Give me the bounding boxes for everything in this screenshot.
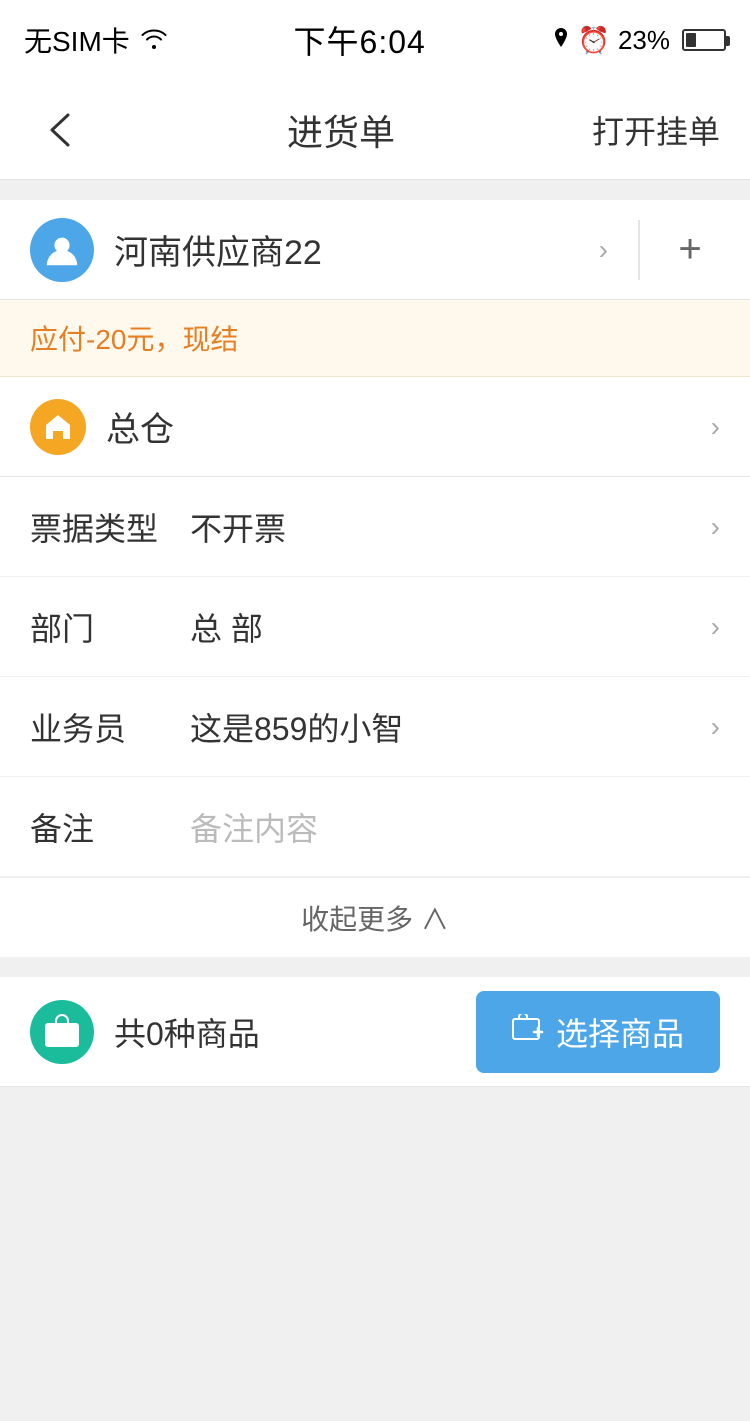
supplier-arrow-icon: ›: [599, 234, 608, 266]
notice-text: 应付-20元，现结: [30, 324, 238, 355]
open-pending-button[interactable]: 打开挂单: [592, 107, 720, 153]
top-divider: [0, 180, 750, 200]
back-button[interactable]: [30, 100, 90, 160]
select-product-label: 选择商品: [556, 1009, 684, 1055]
collapse-label: 收起更多 ∧: [301, 898, 449, 938]
supplier-divider: [638, 220, 640, 280]
bottom-bar: 共0种商品 选择商品: [0, 977, 750, 1087]
ticket-type-row[interactable]: 票据类型 不开票 ›: [0, 477, 750, 577]
battery-percent: 23%: [618, 25, 670, 56]
page-title: 进货单: [287, 104, 395, 156]
ticket-type-value: 不开票: [190, 504, 711, 550]
salesman-row[interactable]: 业务员 这是859的小智 ›: [0, 677, 750, 777]
dept-arrow-icon: ›: [711, 611, 720, 643]
gray-background: [0, 1087, 750, 1421]
select-product-icon: [512, 1014, 544, 1050]
warehouse-section[interactable]: 总仓 ›: [0, 377, 750, 477]
wifi-icon: [140, 24, 168, 56]
battery-icon: [682, 29, 726, 51]
nav-bar: 进货单 打开挂单: [0, 80, 750, 180]
product-icon: [30, 1000, 94, 1064]
alarm-icon: ⏰: [578, 25, 610, 56]
carrier-text: 无SIM卡: [24, 20, 130, 60]
dept-label: 部门: [30, 604, 170, 650]
warehouse-name: 总仓: [106, 402, 711, 451]
supplier-avatar: [30, 218, 94, 282]
form-section: 票据类型 不开票 › 部门 总 部 › 业务员 这是859的小智 › 备注 备注…: [0, 477, 750, 957]
warehouse-arrow-icon: ›: [711, 411, 720, 443]
status-bar-left: 无SIM卡: [24, 20, 168, 60]
supplier-name[interactable]: 河南供应商22: [114, 225, 599, 274]
note-row[interactable]: 备注 备注内容: [0, 777, 750, 877]
note-label: 备注: [30, 804, 170, 850]
add-supplier-button[interactable]: +: [660, 227, 720, 272]
status-bar: 无SIM卡 下午6:04 ⏰ 23%: [0, 0, 750, 80]
bottom-divider: [0, 957, 750, 977]
supplier-section: 河南供应商22 › +: [0, 200, 750, 300]
ticket-type-arrow-icon: ›: [711, 511, 720, 543]
status-bar-time: 下午6:04: [294, 17, 426, 63]
select-product-button[interactable]: 选择商品: [476, 991, 720, 1073]
notice-bar: 应付-20元，现结: [0, 300, 750, 377]
collapse-button[interactable]: 收起更多 ∧: [0, 877, 750, 957]
location-icon: [552, 25, 570, 56]
salesman-arrow-icon: ›: [711, 711, 720, 743]
warehouse-icon: [30, 399, 86, 455]
status-bar-right: ⏰ 23%: [552, 25, 726, 56]
salesman-value: 这是859的小智: [190, 704, 711, 750]
product-count: 共0种商品: [114, 1009, 476, 1055]
salesman-label: 业务员: [30, 704, 170, 750]
dept-row[interactable]: 部门 总 部 ›: [0, 577, 750, 677]
note-placeholder: 备注内容: [190, 804, 720, 850]
ticket-type-label: 票据类型: [30, 504, 170, 550]
dept-value: 总 部: [190, 604, 711, 650]
